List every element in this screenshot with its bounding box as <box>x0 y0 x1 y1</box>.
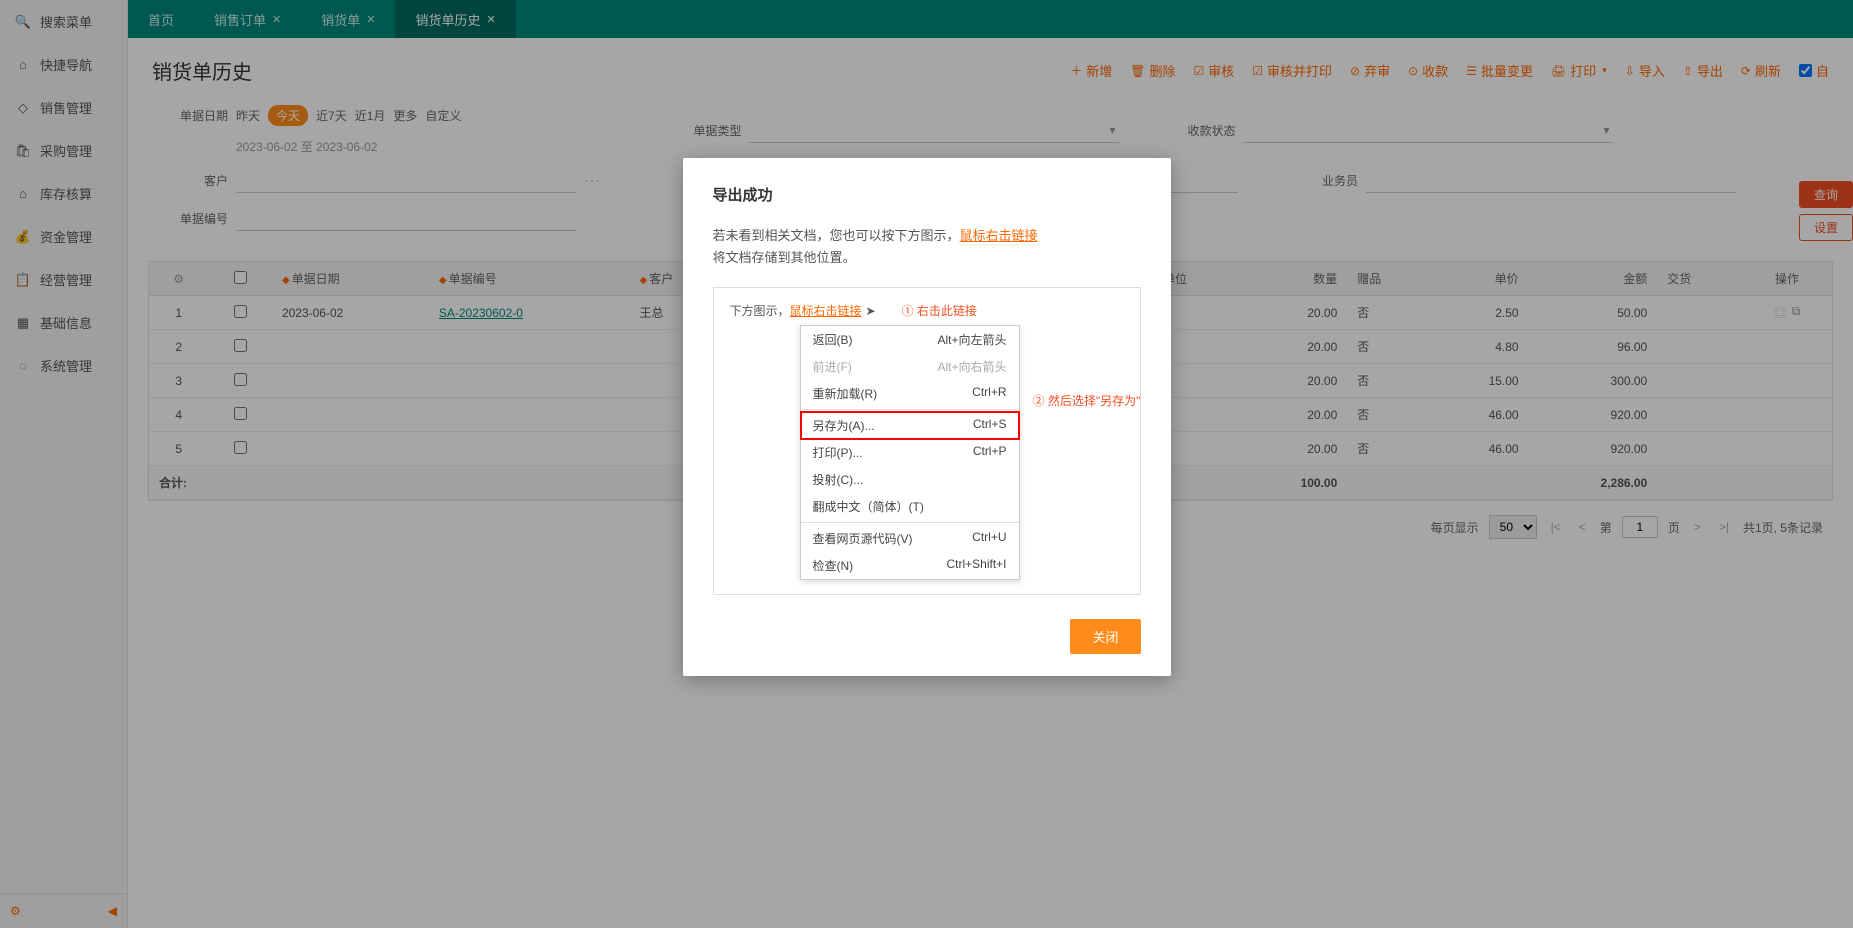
export-success-modal: 导出成功 若未看到相关文档，您也可以按下方图示，鼠标右击链接 将文档存储到其他位… <box>683 158 1171 676</box>
context-menu-illustration: 返回(B)Alt+向左箭头前进(F)Alt+向右箭头重新加载(R)Ctrl+R 另… <box>800 325 1020 580</box>
cursor-icon: ➤ <box>866 304 876 318</box>
close-button[interactable]: 关闭 <box>1070 619 1140 654</box>
ctx-item: 另存为(A)...Ctrl+S <box>801 412 1019 439</box>
ctx-item: 打印(P)...Ctrl+P <box>801 439 1019 466</box>
modal-overlay: 导出成功 若未看到相关文档，您也可以按下方图示，鼠标右击链接 将文档存储到其他位… <box>0 0 1853 928</box>
note-2: ② 然后选择"另存为" <box>1033 392 1141 409</box>
instruction-image: 下方图示， 鼠标右击链接 ➤ ① 右击此链接 返回(B)Alt+向左箭头前进(F… <box>713 287 1141 595</box>
example-link: 鼠标右击链接 <box>790 302 862 319</box>
modal-text: 若未看到相关文档，您也可以按下方图示，鼠标右击链接 将文档存储到其他位置。 <box>713 225 1141 269</box>
ctx-item: 返回(B)Alt+向左箭头 <box>801 326 1019 353</box>
ctx-item: 投射(C)... <box>801 466 1019 493</box>
note-1: ① 右击此链接 <box>902 302 977 319</box>
ctx-item: 翻成中文（简体）(T) <box>801 493 1019 520</box>
modal-title: 导出成功 <box>713 184 1141 205</box>
ctx-item: 前进(F)Alt+向右箭头 <box>801 353 1019 380</box>
right-click-link[interactable]: 鼠标右击链接 <box>960 228 1038 243</box>
ctx-item: 重新加载(R)Ctrl+R <box>801 380 1019 407</box>
ctx-item: 检查(N)Ctrl+Shift+I <box>801 552 1019 579</box>
ctx-item: 查看网页源代码(V)Ctrl+U <box>801 525 1019 552</box>
